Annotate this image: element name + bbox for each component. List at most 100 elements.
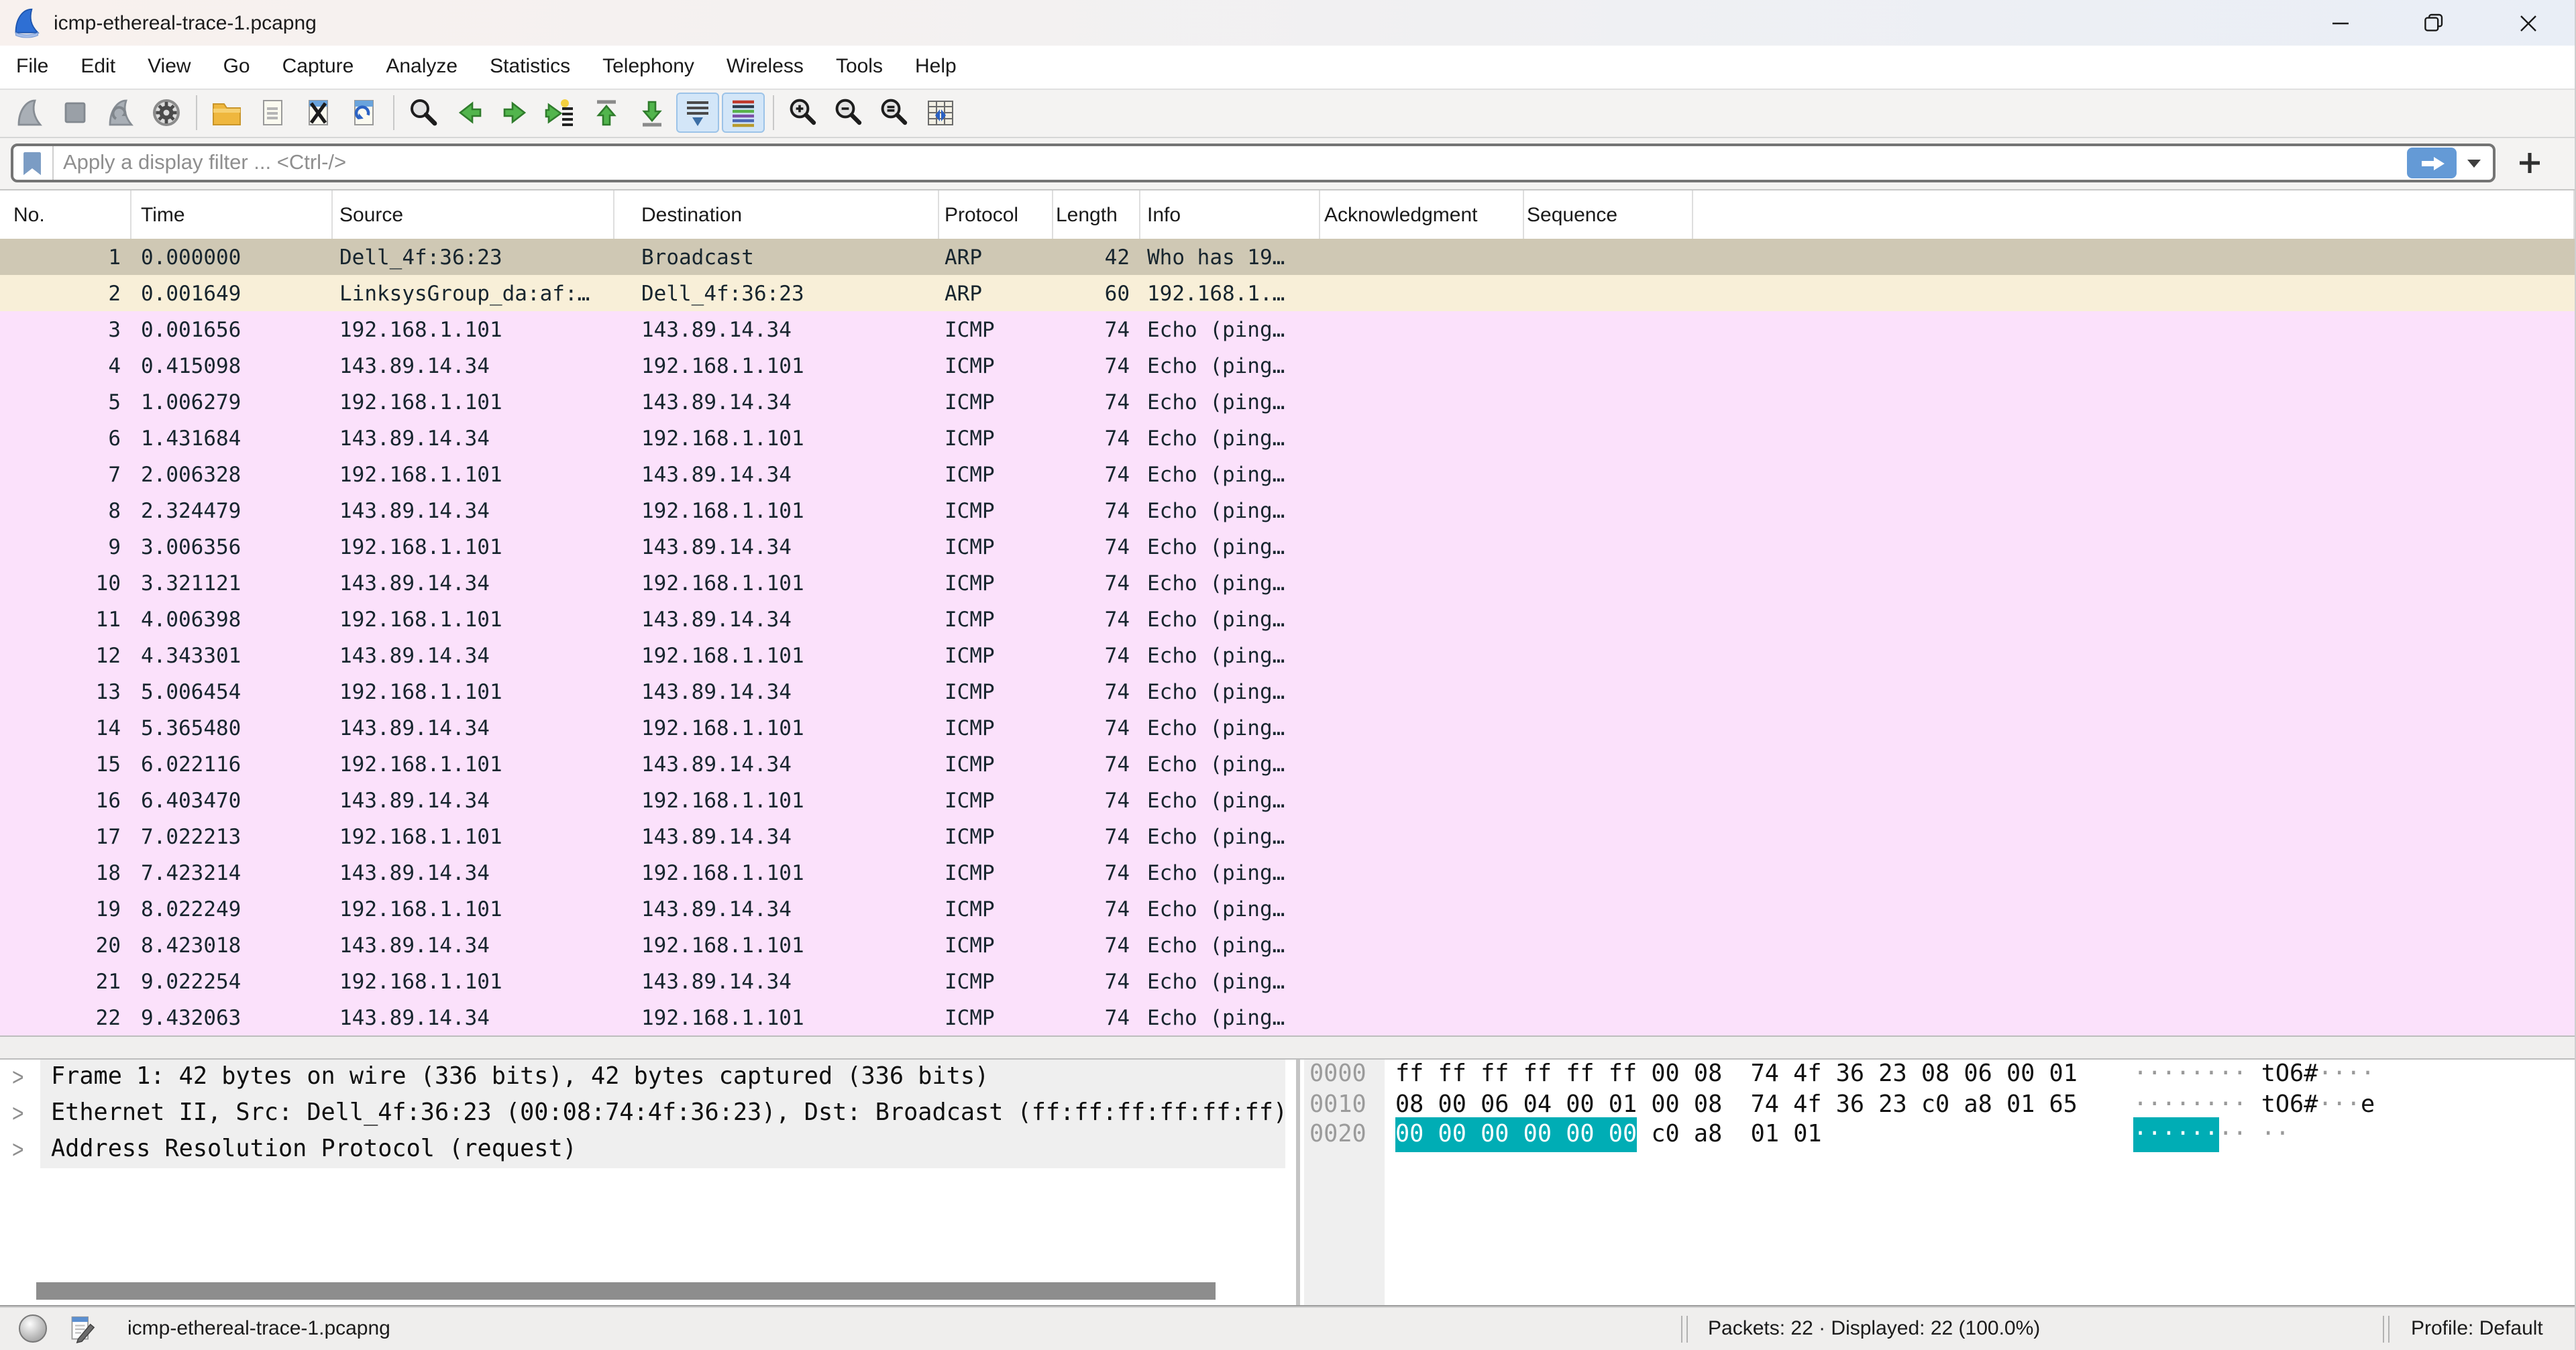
packet-no: 6 <box>108 426 121 450</box>
packet-no: 15 <box>95 752 121 776</box>
packet-row-15[interactable]: 15 6.022116 192.168.1.101 143.89.14.34 ICMP 7… <box>0 746 2575 782</box>
packet-length: 74 <box>1104 679 1130 704</box>
status-profile[interactable]: Profile: Default <box>2411 1317 2543 1340</box>
close-file-button[interactable] <box>297 93 339 133</box>
capture-comment-icon[interactable] <box>68 1314 95 1343</box>
packet-row-10[interactable]: 10 3.321121 143.89.14.34 192.168.1.101 ICMP 7… <box>0 565 2575 601</box>
add-filter-button-button[interactable] <box>2510 145 2548 182</box>
zoom-in-button[interactable] <box>782 93 825 133</box>
packet-length: 74 <box>1104 353 1130 378</box>
menu-item-view[interactable]: View <box>131 46 207 89</box>
packet-row-11[interactable]: 11 4.006398 192.168.1.101 143.89.14.34 ICMP 7… <box>0 601 2575 637</box>
apply-filter-button[interactable] <box>2407 148 2457 179</box>
go-first-button[interactable] <box>585 93 628 133</box>
packet-info: Echo (ping… <box>1147 498 1285 522</box>
packet-row-20[interactable]: 20 8.423018 143.89.14.34 192.168.1.101 ICMP 7… <box>0 927 2575 963</box>
open-file-button[interactable] <box>205 93 248 133</box>
hex-row-0000[interactable]: 0000 ff ff ff ff ff ff 00 08 74 4f 36 23 … <box>1300 1060 2575 1090</box>
packet-row-19[interactable]: 19 8.022249 192.168.1.101 143.89.14.34 ICMP 7… <box>0 891 2575 927</box>
packet-protocol: ICMP <box>945 716 995 740</box>
packet-destination: 143.89.14.34 <box>641 607 792 631</box>
column-header-acknowledgment[interactable]: Acknowledgment <box>1320 190 1524 239</box>
detail-row[interactable]: > Frame 1: 42 bytes on wire (336 bits), 4… <box>0 1060 1296 1096</box>
packet-protocol: ARP <box>945 245 982 269</box>
packet-destination: 192.168.1.101 <box>641 353 804 378</box>
go-last-button[interactable] <box>631 93 674 133</box>
packet-source: 143.89.14.34 <box>339 860 490 885</box>
go-back-button[interactable] <box>448 93 491 133</box>
column-header-protocol[interactable]: Protocol <box>939 190 1053 239</box>
menu-item-wireless[interactable]: Wireless <box>710 46 820 89</box>
resize-columns-button[interactable] <box>919 93 962 133</box>
column-header-info[interactable]: Info <box>1140 190 1320 239</box>
menu-item-analyze[interactable]: Analyze <box>370 46 474 89</box>
auto-scroll-button[interactable] <box>676 93 719 133</box>
packet-row-2[interactable]: 2 0.001649 LinksysGroup_da:af:… Dell_4f:36:… <box>0 275 2575 311</box>
detail-row[interactable]: > Ethernet II, Src: Dell_4f:36:23 (00:08:… <box>0 1096 1296 1132</box>
packet-row-1[interactable]: 1 0.000000 Dell_4f:36:23 Broadcast ARP 42 Who … <box>0 239 2575 275</box>
column-header-no[interactable]: No. <box>0 190 131 239</box>
display-filter-field[interactable] <box>11 144 2496 183</box>
zoom-out-button[interactable] <box>828 93 871 133</box>
filter-bookmark-icon[interactable] <box>13 149 52 178</box>
menu-item-go[interactable]: Go <box>207 46 266 89</box>
packet-row-3[interactable]: 3 0.001656 192.168.1.101 143.89.14.34 ICMP 74… <box>0 311 2575 347</box>
pane-splitter[interactable] <box>0 1035 2575 1060</box>
menu-item-tools[interactable]: Tools <box>820 46 899 89</box>
expert-info-icon[interactable] <box>19 1314 47 1343</box>
packet-row-22[interactable]: 22 9.432063 143.89.14.34 192.168.1.101 ICMP 7… <box>0 999 2575 1035</box>
column-header-sequence[interactable]: Sequence <box>1524 190 1693 239</box>
packet-length: 74 <box>1104 571 1130 595</box>
packet-row-8[interactable]: 8 2.324479 143.89.14.34 192.168.1.101 ICMP 74… <box>0 492 2575 528</box>
hex-row-0020[interactable]: 0020 00 00 00 00 00 00 c0 a8 01 01 ·······… <box>1300 1117 2575 1153</box>
go-forward-button[interactable] <box>494 93 537 133</box>
column-header-length[interactable]: Length <box>1053 190 1140 239</box>
packet-info: Echo (ping… <box>1147 716 1285 740</box>
close-button[interactable] <box>2481 0 2575 46</box>
packet-protocol: ICMP <box>945 643 995 667</box>
packet-time: 0.001656 <box>141 317 241 341</box>
packet-row-5[interactable]: 5 1.006279 192.168.1.101 143.89.14.34 ICMP 74… <box>0 384 2575 420</box>
minimize-button[interactable] <box>2293 0 2387 46</box>
details-horizontal-scrollbar[interactable] <box>0 1280 1296 1300</box>
packet-no: 11 <box>95 607 121 631</box>
filter-history-dropdown[interactable] <box>2466 158 2482 169</box>
column-header-time[interactable]: Time <box>131 190 333 239</box>
packet-row-6[interactable]: 6 1.431684 143.89.14.34 192.168.1.101 ICMP 74… <box>0 420 2575 456</box>
column-header-source[interactable]: Source <box>333 190 614 239</box>
menu-item-file[interactable]: File <box>0 46 64 89</box>
packet-time: 5.006454 <box>141 679 241 704</box>
detail-row[interactable]: > Address Resolution Protocol (request) <box>0 1132 1296 1168</box>
go-forward-icon <box>498 97 533 129</box>
packet-row-16[interactable]: 16 6.403470 143.89.14.34 192.168.1.101 ICMP 7… <box>0 782 2575 818</box>
packet-row-13[interactable]: 13 5.006454 192.168.1.101 143.89.14.34 ICMP 7… <box>0 673 2575 710</box>
expand-chevron-icon[interactable]: > <box>12 1127 24 1173</box>
colorize-button[interactable] <box>722 93 765 133</box>
reload-file-button[interactable] <box>342 93 385 133</box>
menu-item-edit[interactable]: Edit <box>64 46 131 89</box>
column-header-destination[interactable]: Destination <box>614 190 939 239</box>
packet-row-4[interactable]: 4 0.415098 143.89.14.34 192.168.1.101 ICMP 74… <box>0 347 2575 384</box>
packet-no: 8 <box>108 498 121 522</box>
go-to-packet-button[interactable] <box>539 93 582 133</box>
find-packet-button[interactable] <box>402 93 445 133</box>
zoom-original-button[interactable] <box>873 93 916 133</box>
packet-length: 74 <box>1104 607 1130 631</box>
packet-row-12[interactable]: 12 4.343301 143.89.14.34 192.168.1.101 ICMP 7… <box>0 637 2575 673</box>
packet-row-17[interactable]: 17 7.022213 192.168.1.101 143.89.14.34 ICMP 7… <box>0 818 2575 854</box>
menu-item-capture[interactable]: Capture <box>266 46 370 89</box>
hex-row-0010[interactable]: 0010 08 00 06 04 00 01 00 08 74 4f 36 23 … <box>1300 1090 2575 1120</box>
packet-source: 143.89.14.34 <box>339 498 490 522</box>
packet-row-7[interactable]: 7 2.006328 192.168.1.101 143.89.14.34 ICMP 74… <box>0 456 2575 492</box>
restore-button[interactable] <box>2387 0 2481 46</box>
menu-item-statistics[interactable]: Statistics <box>474 46 586 89</box>
menu-item-help[interactable]: Help <box>899 46 973 89</box>
packet-row-9[interactable]: 9 3.006356 192.168.1.101 143.89.14.34 ICMP 74… <box>0 528 2575 565</box>
display-filter-input[interactable] <box>54 151 2407 176</box>
scrollbar-thumb[interactable] <box>36 1282 1216 1299</box>
packet-row-21[interactable]: 21 9.022254 192.168.1.101 143.89.14.34 ICMP 7… <box>0 963 2575 999</box>
packet-time: 2.006328 <box>141 462 241 486</box>
packet-row-18[interactable]: 18 7.423214 143.89.14.34 192.168.1.101 ICMP 7… <box>0 854 2575 891</box>
packet-row-14[interactable]: 14 5.365480 143.89.14.34 192.168.1.101 ICMP 7… <box>0 710 2575 746</box>
menu-item-telephony[interactable]: Telephony <box>586 46 710 89</box>
